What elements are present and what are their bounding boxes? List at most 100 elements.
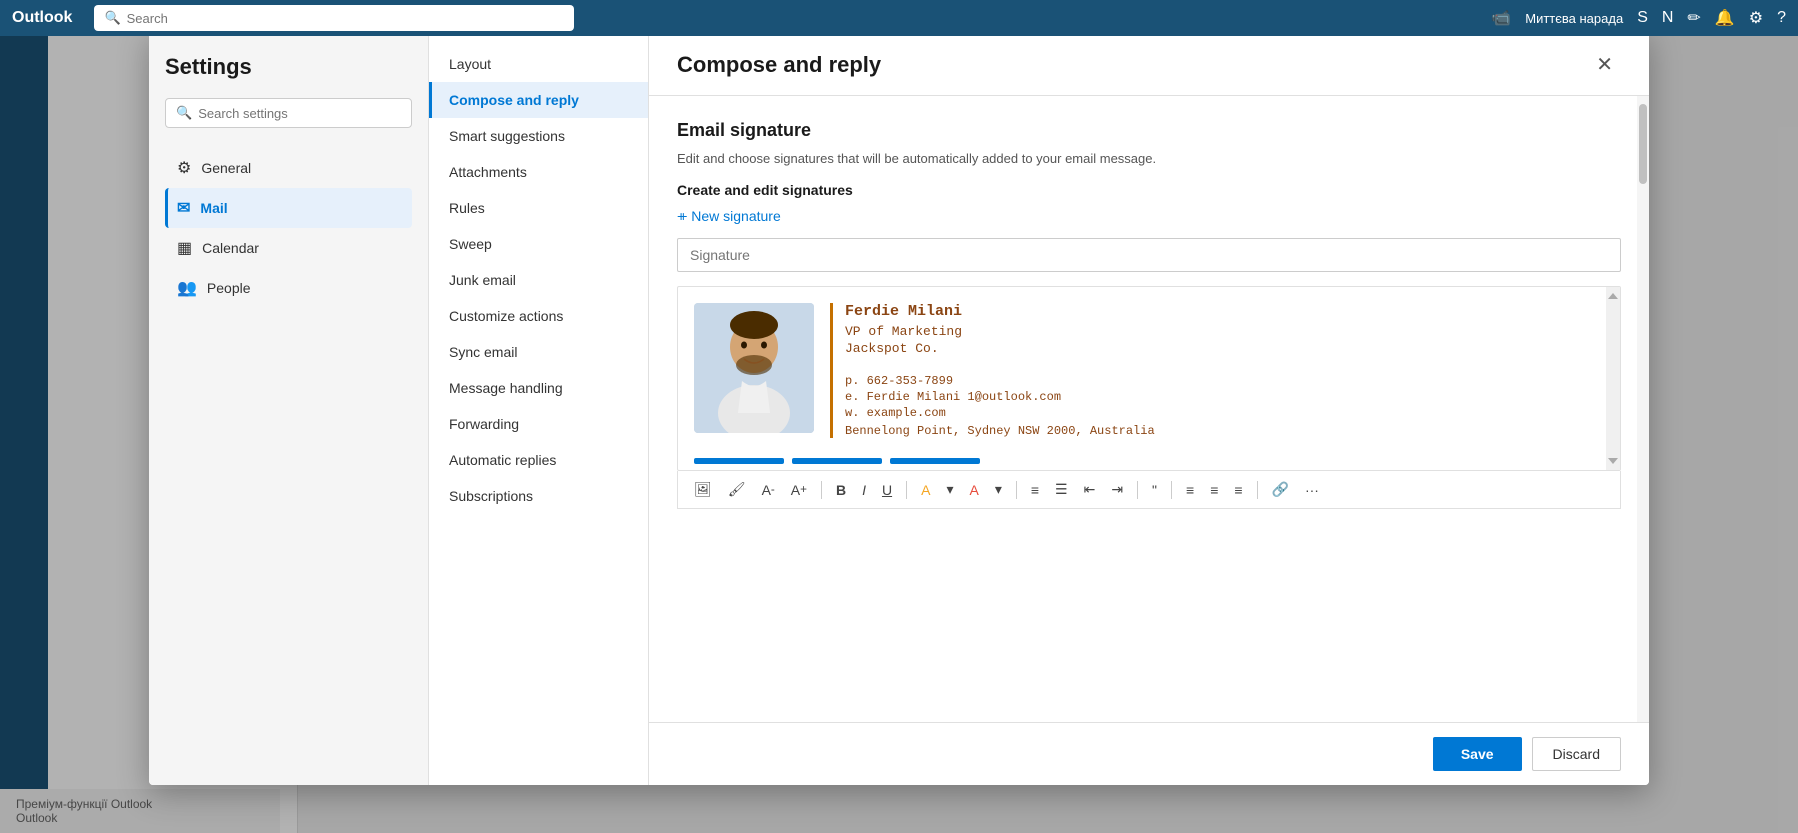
blue-bar-row bbox=[678, 454, 1620, 470]
save-button[interactable]: Save bbox=[1433, 737, 1522, 771]
main-scrollbar[interactable] bbox=[1637, 96, 1649, 722]
sidebar-item-mail[interactable]: ✉ Mail bbox=[165, 188, 412, 228]
menu-item-smart-suggestions[interactable]: Smart suggestions bbox=[429, 118, 648, 154]
sidebar-item-people[interactable]: 👥 People bbox=[165, 268, 412, 308]
skype-icon[interactable]: S bbox=[1637, 9, 1648, 27]
discard-button[interactable]: Discard bbox=[1532, 737, 1621, 771]
sig-role: VP of Marketing bbox=[845, 324, 1596, 339]
close-button[interactable]: ✕ bbox=[1588, 48, 1621, 81]
menu-item-sync-email[interactable]: Sync email bbox=[429, 334, 648, 370]
settings-modal: Settings 🔍 ⚙ General ✉ Mail ▦ Calendar 👥… bbox=[149, 30, 1649, 785]
font-color-dropdown-button[interactable]: ▾ bbox=[989, 477, 1008, 502]
sig-name: Ferdie Milani bbox=[845, 303, 1596, 320]
onenote-icon[interactable]: N bbox=[1662, 9, 1674, 27]
highlight-button[interactable]: A bbox=[915, 478, 936, 502]
italic-button[interactable]: I bbox=[856, 478, 872, 502]
signature-text: Ferdie Milani VP of Marketing Jackspot C… bbox=[830, 303, 1596, 438]
page-title: Compose and reply bbox=[677, 52, 881, 78]
settings-search-input[interactable] bbox=[198, 106, 401, 121]
sidebar-item-calendar[interactable]: ▦ Calendar bbox=[165, 228, 412, 268]
menu-item-automatic-replies[interactable]: Automatic replies bbox=[429, 442, 648, 478]
person-avatar bbox=[694, 303, 814, 433]
settings-search-box[interactable]: 🔍 bbox=[165, 98, 412, 128]
font-color-button[interactable]: A bbox=[963, 478, 984, 502]
editor-toolbar: 🖼 🖌 A- A+ B I U A ▾ A ▾ ≡ ☰ ⇤ bbox=[677, 471, 1621, 509]
sig-company: Jackspot Co. bbox=[845, 341, 1596, 356]
settings-menu: Layout Compose and reply Smart suggestio… bbox=[429, 30, 649, 785]
modal-overlay: Settings 🔍 ⚙ General ✉ Mail ▦ Calendar 👥… bbox=[0, 0, 1798, 833]
underline-button[interactable]: U bbox=[876, 478, 898, 502]
numbered-list-button[interactable]: ☰ bbox=[1049, 477, 1074, 502]
new-signature-button[interactable]: + + New signature bbox=[677, 208, 781, 224]
help-icon[interactable]: ? bbox=[1777, 9, 1786, 27]
top-bar: Outlook 🔍 📹 Миттєва нарада S N ✏ 🔔 ⚙ ? bbox=[0, 0, 1798, 36]
insert-image-button[interactable]: 🖼 bbox=[688, 477, 718, 502]
menu-item-forwarding[interactable]: Forwarding bbox=[429, 406, 648, 442]
font-size-decrease-button[interactable]: A- bbox=[756, 478, 781, 502]
menu-item-subscriptions[interactable]: Subscriptions bbox=[429, 478, 648, 514]
sig-address: Bennelong Point, Sydney NSW 2000, Austra… bbox=[845, 424, 1596, 438]
format-clear-button[interactable]: 🖌 bbox=[722, 477, 752, 502]
font-size-increase-button[interactable]: A+ bbox=[785, 478, 813, 502]
toolbar-divider-3 bbox=[1016, 481, 1017, 499]
more-button[interactable]: ··· bbox=[1299, 478, 1325, 502]
content-body: Email signature Edit and choose signatur… bbox=[649, 96, 1649, 722]
menu-item-rules[interactable]: Rules bbox=[429, 190, 648, 226]
settings-icon[interactable]: ⚙ bbox=[1749, 8, 1763, 28]
email-signature-title: Email signature bbox=[677, 120, 1621, 141]
link-button[interactable]: 🔗 bbox=[1266, 477, 1295, 502]
sig-phone: p. 662-353-7899 bbox=[845, 374, 1596, 388]
sidebar-item-label-general: General bbox=[201, 160, 251, 176]
bell-icon[interactable]: 🔔 bbox=[1715, 8, 1735, 28]
blue-bar-3 bbox=[890, 458, 980, 464]
menu-item-customize-actions[interactable]: Customize actions bbox=[429, 298, 648, 334]
signature-card-wrapper: Ferdie Milani VP of Marketing Jackspot C… bbox=[677, 286, 1621, 471]
toolbar-divider-1 bbox=[821, 481, 822, 499]
top-search-input[interactable] bbox=[127, 11, 565, 26]
gear-icon: ⚙ bbox=[177, 158, 191, 178]
signature-card: Ferdie Milani VP of Marketing Jackspot C… bbox=[678, 287, 1620, 454]
toolbar-divider-4 bbox=[1137, 481, 1138, 499]
sig-scrollbar[interactable] bbox=[1606, 287, 1620, 470]
app-logo: Outlook bbox=[12, 9, 72, 27]
menu-item-layout[interactable]: Layout bbox=[429, 46, 648, 82]
highlight-dropdown-button[interactable]: ▾ bbox=[940, 477, 959, 502]
menu-item-sweep[interactable]: Sweep bbox=[429, 226, 648, 262]
calendar-icon: ▦ bbox=[177, 238, 192, 258]
feedback-icon[interactable]: ✏ bbox=[1687, 8, 1700, 28]
people-icon: 👥 bbox=[177, 278, 197, 298]
search-icon: 🔍 bbox=[104, 10, 120, 26]
quote-button[interactable]: " bbox=[1146, 478, 1163, 502]
signature-name-input[interactable] bbox=[677, 238, 1621, 272]
sidebar-item-label-people: People bbox=[207, 280, 251, 296]
scroll-down-arrow bbox=[1608, 458, 1618, 464]
align-right-button[interactable]: ≡ bbox=[1228, 478, 1248, 502]
signature-photo bbox=[694, 303, 814, 433]
toolbar-divider-6 bbox=[1257, 481, 1258, 499]
blue-bar-1 bbox=[694, 458, 784, 464]
bullets-button[interactable]: ≡ bbox=[1025, 478, 1045, 502]
menu-item-attachments[interactable]: Attachments bbox=[429, 154, 648, 190]
sig-email: e. Ferdie Milani 1@outlook.com bbox=[845, 390, 1596, 404]
create-edit-label: Create and edit signatures bbox=[677, 182, 1621, 198]
settings-title: Settings bbox=[165, 54, 412, 80]
blue-bar-2 bbox=[792, 458, 882, 464]
email-signature-desc: Edit and choose signatures that will be … bbox=[677, 151, 1621, 166]
sidebar-item-label-mail: Mail bbox=[200, 200, 227, 216]
video-icon[interactable]: 📹 bbox=[1491, 8, 1511, 28]
menu-item-compose-reply[interactable]: Compose and reply bbox=[429, 82, 648, 118]
bold-button[interactable]: B bbox=[830, 478, 852, 502]
menu-item-message-handling[interactable]: Message handling bbox=[429, 370, 648, 406]
align-center-button[interactable]: ≡ bbox=[1204, 478, 1224, 502]
sidebar-item-general[interactable]: ⚙ General bbox=[165, 148, 412, 188]
scroll-up-arrow bbox=[1608, 293, 1618, 299]
menu-item-junk-email[interactable]: Junk email bbox=[429, 262, 648, 298]
decrease-indent-button[interactable]: ⇤ bbox=[1078, 477, 1102, 502]
content-header: Compose and reply ✕ bbox=[649, 30, 1649, 96]
increase-indent-button[interactable]: ⇥ bbox=[1105, 477, 1129, 502]
settings-content: Compose and reply ✕ Email signature Edit… bbox=[649, 30, 1649, 785]
toolbar-divider-2 bbox=[906, 481, 907, 499]
align-left-button[interactable]: ≡ bbox=[1180, 478, 1200, 502]
top-search-box[interactable]: 🔍 bbox=[94, 5, 574, 31]
scroll-thumb bbox=[1639, 104, 1647, 184]
